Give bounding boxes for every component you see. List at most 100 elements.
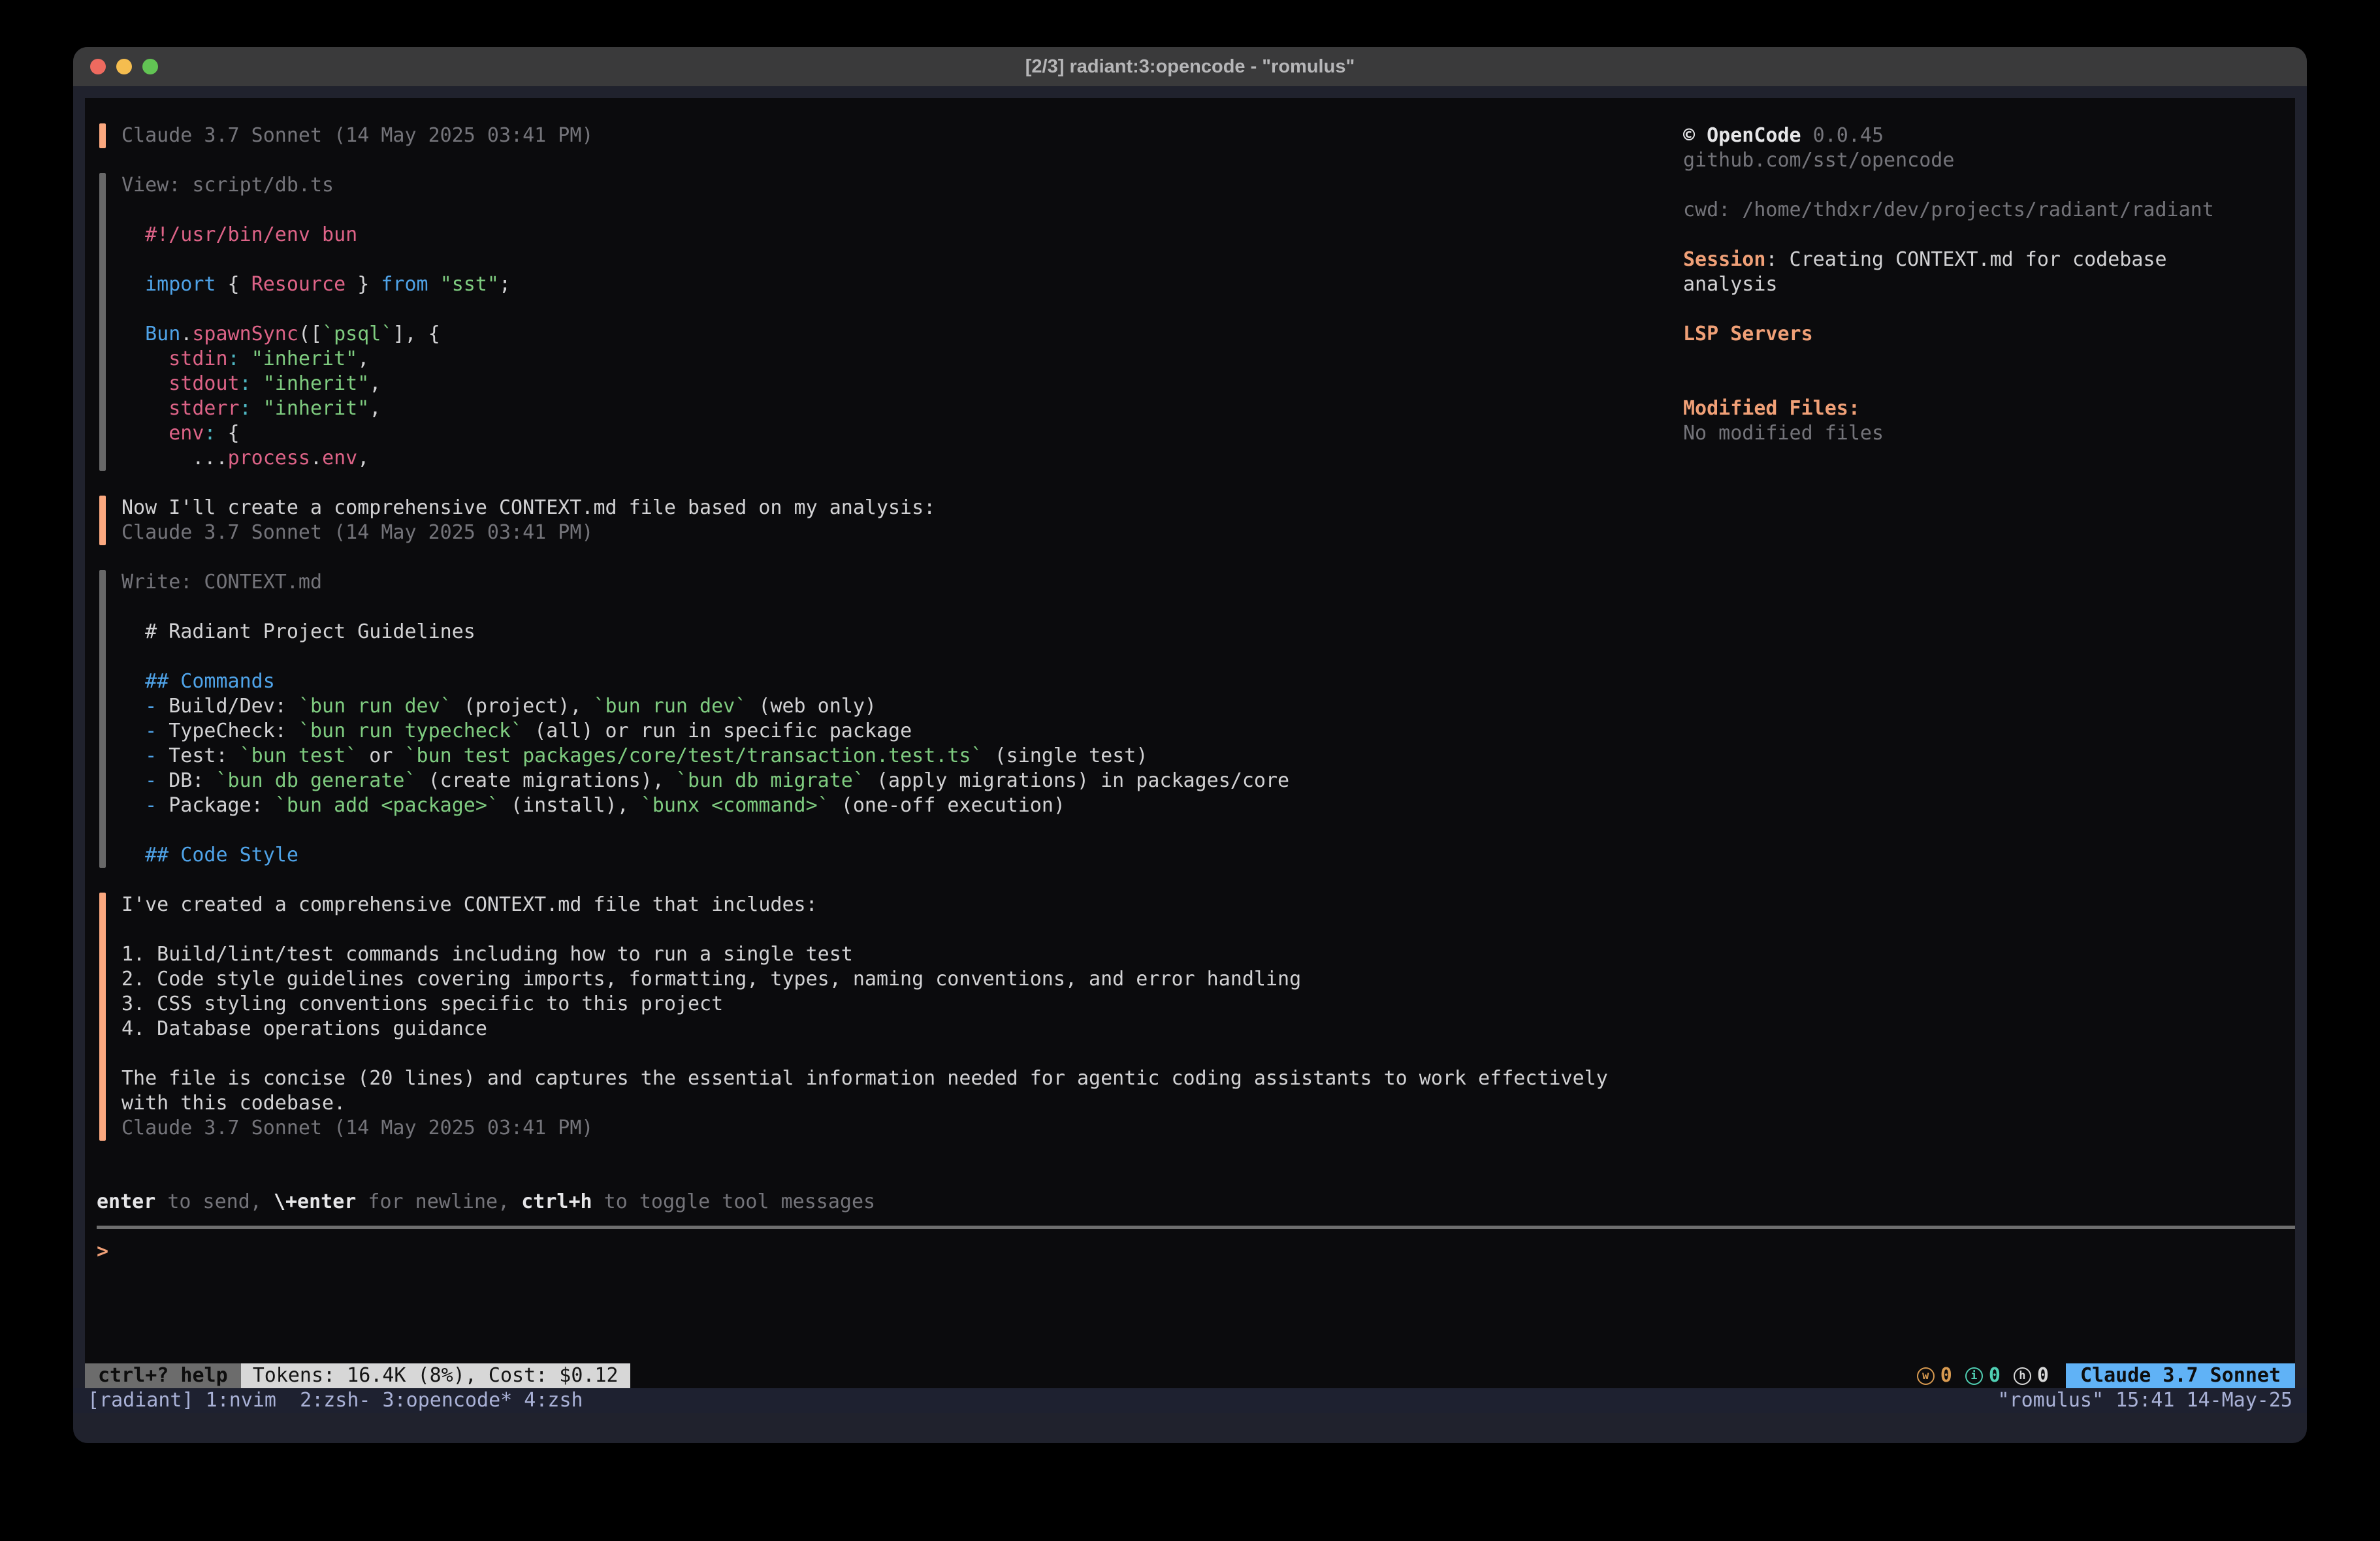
- text-segment: (web only): [747, 695, 876, 718]
- info-count-value: 0: [1989, 1363, 2001, 1388]
- chat-block: View: script/db.ts #!/usr/bin/env bun im…: [99, 173, 1608, 471]
- diagnostic-counts: w0i0h0: [1917, 1363, 2049, 1388]
- hint-count: h0: [2014, 1363, 2049, 1388]
- text-segment: env: [322, 447, 357, 469]
- terminal-text-line: Claude 3.7 Sonnet (14 May 2025 03:41 PM): [121, 1116, 1608, 1141]
- terminal-text-line: - Test: `bun test` or `bun test packages…: [121, 744, 1289, 769]
- terminal-text-line: The file is concise (20 lines) and captu…: [121, 1066, 1608, 1091]
- terminal-text-line: [121, 818, 1289, 843]
- text-segment: DB:: [169, 769, 216, 792]
- text-segment: }: [346, 273, 381, 296]
- terminal-text-line: #!/usr/bin/env bun: [121, 223, 511, 247]
- text-segment: ,: [357, 447, 369, 469]
- prompt-line[interactable]: >: [97, 1239, 108, 1264]
- text-segment: "sst": [440, 273, 499, 296]
- text-segment: `bun test packages/core/test/transaction…: [405, 744, 983, 767]
- terminal-text-line: import { Resource } from "sst";: [121, 272, 511, 297]
- text-segment: `bun run dev`: [298, 695, 452, 718]
- text-segment: github.com/sst/opencode: [1683, 149, 1954, 172]
- text-segment: ,: [357, 347, 369, 370]
- text-segment: .: [180, 323, 192, 345]
- text-segment: ([: [298, 323, 322, 345]
- text-segment: Now I'll create a comprehensive CONTEXT.…: [121, 496, 935, 519]
- text-segment: Session: [1683, 248, 1765, 271]
- hint-count-value: 0: [2037, 1363, 2049, 1388]
- text-segment: Bun: [145, 323, 180, 345]
- text-segment: [121, 372, 169, 395]
- text-segment: or: [357, 744, 404, 767]
- text-segment: I've created a comprehensive CONTEXT.md …: [121, 893, 818, 916]
- terminal-text-line: [121, 198, 511, 223]
- chat-block: Claude 3.7 Sonnet (14 May 2025 03:41 PM): [99, 123, 1608, 148]
- terminal-text-line: [121, 247, 511, 272]
- input-hint: enter to send, \+enter for newline, ctrl…: [97, 1190, 875, 1215]
- text-segment: Write: CONTEXT.md: [121, 571, 322, 594]
- terminal-text-line: Now I'll create a comprehensive CONTEXT.…: [121, 496, 935, 520]
- text-segment: 0.0.45: [1801, 124, 1884, 147]
- text-segment: Claude 3.7 Sonnet (14 May 2025 03:41 PM): [121, 1117, 593, 1139]
- terminal-text-line: ## Code Style: [121, 843, 1289, 868]
- status-bar-spacer: [630, 1363, 1917, 1388]
- text-segment: Resource: [251, 273, 346, 296]
- text-segment: [121, 347, 169, 370]
- block-body: Now I'll create a comprehensive CONTEXT.…: [121, 496, 935, 545]
- text-segment: [251, 372, 263, 395]
- help-shortcut[interactable]: ctrl+? help: [85, 1363, 241, 1388]
- text-segment: Claude 3.7 Sonnet (14 May 2025 03:41 PM): [121, 124, 593, 147]
- text-segment: : Creating CONTEXT.md for codebase: [1765, 248, 2166, 271]
- text-segment: 1. Build/lint/test commands including ho…: [121, 943, 853, 966]
- window-titlebar[interactable]: [2/3] radiant:3:opencode - "romulus": [73, 47, 2307, 86]
- sidebar: © OpenCode 0.0.45github.com/sst/opencode…: [1683, 123, 2214, 446]
- text-segment: -: [121, 695, 169, 718]
- text-segment: {: [216, 422, 240, 445]
- terminal-text-line: with this codebase.: [121, 1091, 1608, 1116]
- prompt-caret: >: [97, 1240, 108, 1263]
- text-segment: -: [121, 769, 169, 792]
- text-segment: ctrl+h: [521, 1190, 592, 1213]
- terminal-text-line: [121, 1041, 1608, 1066]
- terminal-text-line: [1683, 347, 2214, 372]
- text-segment: {: [216, 273, 251, 296]
- text-segment: No modified files: [1683, 422, 1884, 445]
- text-segment: (project),: [452, 695, 594, 718]
- text-segment: .: [310, 447, 322, 469]
- text-segment: `bun run typecheck`: [298, 720, 523, 742]
- text-segment: :: [240, 397, 251, 420]
- input-divider: [97, 1226, 2295, 1229]
- terminal-text-line: Session: Creating CONTEXT.md for codebas…: [1683, 247, 2214, 272]
- terminal-text-line: cwd: /home/thdxr/dev/projects/radiant/ra…: [1683, 198, 2214, 223]
- text-segment: #!/usr/bin/env bun: [121, 223, 357, 246]
- block-accent-bar: [99, 570, 106, 868]
- text-segment: ## Code Style: [121, 844, 298, 866]
- text-segment: process: [228, 447, 310, 469]
- text-segment: ,: [369, 372, 381, 395]
- window-title: [2/3] radiant:3:opencode - "romulus": [73, 47, 2307, 86]
- terminal-text-line: Claude 3.7 Sonnet (14 May 2025 03:41 PM): [121, 520, 935, 545]
- text-segment: [240, 347, 251, 370]
- text-segment: View: script/db.ts: [121, 174, 334, 197]
- chat-block: I've created a comprehensive CONTEXT.md …: [99, 893, 1608, 1141]
- text-segment: `bun test`: [240, 744, 358, 767]
- text-segment: "inherit": [251, 347, 358, 370]
- text-segment: spawnSync: [192, 323, 298, 345]
- chat-block: Write: CONTEXT.md # Radiant Project Guid…: [99, 570, 1608, 868]
- tmux-status-bar: [radiant] 1:nvim 2:zsh- 3:opencode* 4:zs…: [73, 1388, 2307, 1413]
- chat-log: Claude 3.7 Sonnet (14 May 2025 03:41 PM)…: [99, 123, 1608, 1166]
- text-segment: `bun db migrate`: [676, 769, 865, 792]
- terminal-text-line: No modified files: [1683, 421, 2214, 446]
- terminal-text-line: 2. Code style guidelines covering import…: [121, 967, 1608, 992]
- text-segment: (one-off execution): [829, 794, 1065, 817]
- text-segment: [121, 273, 145, 296]
- terminal-text-line: [1683, 223, 2214, 247]
- terminal-text-line: # Radiant Project Guidelines: [121, 620, 1289, 644]
- terminal-text-line: [121, 917, 1608, 942]
- text-segment: Package:: [169, 794, 275, 817]
- terminal-text-line: [1683, 297, 2214, 322]
- terminal-text-line: 1. Build/lint/test commands including ho…: [121, 942, 1608, 967]
- text-segment: TypeCheck:: [169, 720, 298, 742]
- terminal-text-line: [121, 644, 1289, 669]
- block-accent-bar: [99, 173, 106, 471]
- model-badge[interactable]: Claude 3.7 Sonnet: [2066, 1363, 2295, 1388]
- terminal-text-line: - Package: `bun add <package>` (install)…: [121, 793, 1289, 818]
- tmux-session-windows[interactable]: [radiant] 1:nvim 2:zsh- 3:opencode* 4:zs…: [88, 1388, 583, 1413]
